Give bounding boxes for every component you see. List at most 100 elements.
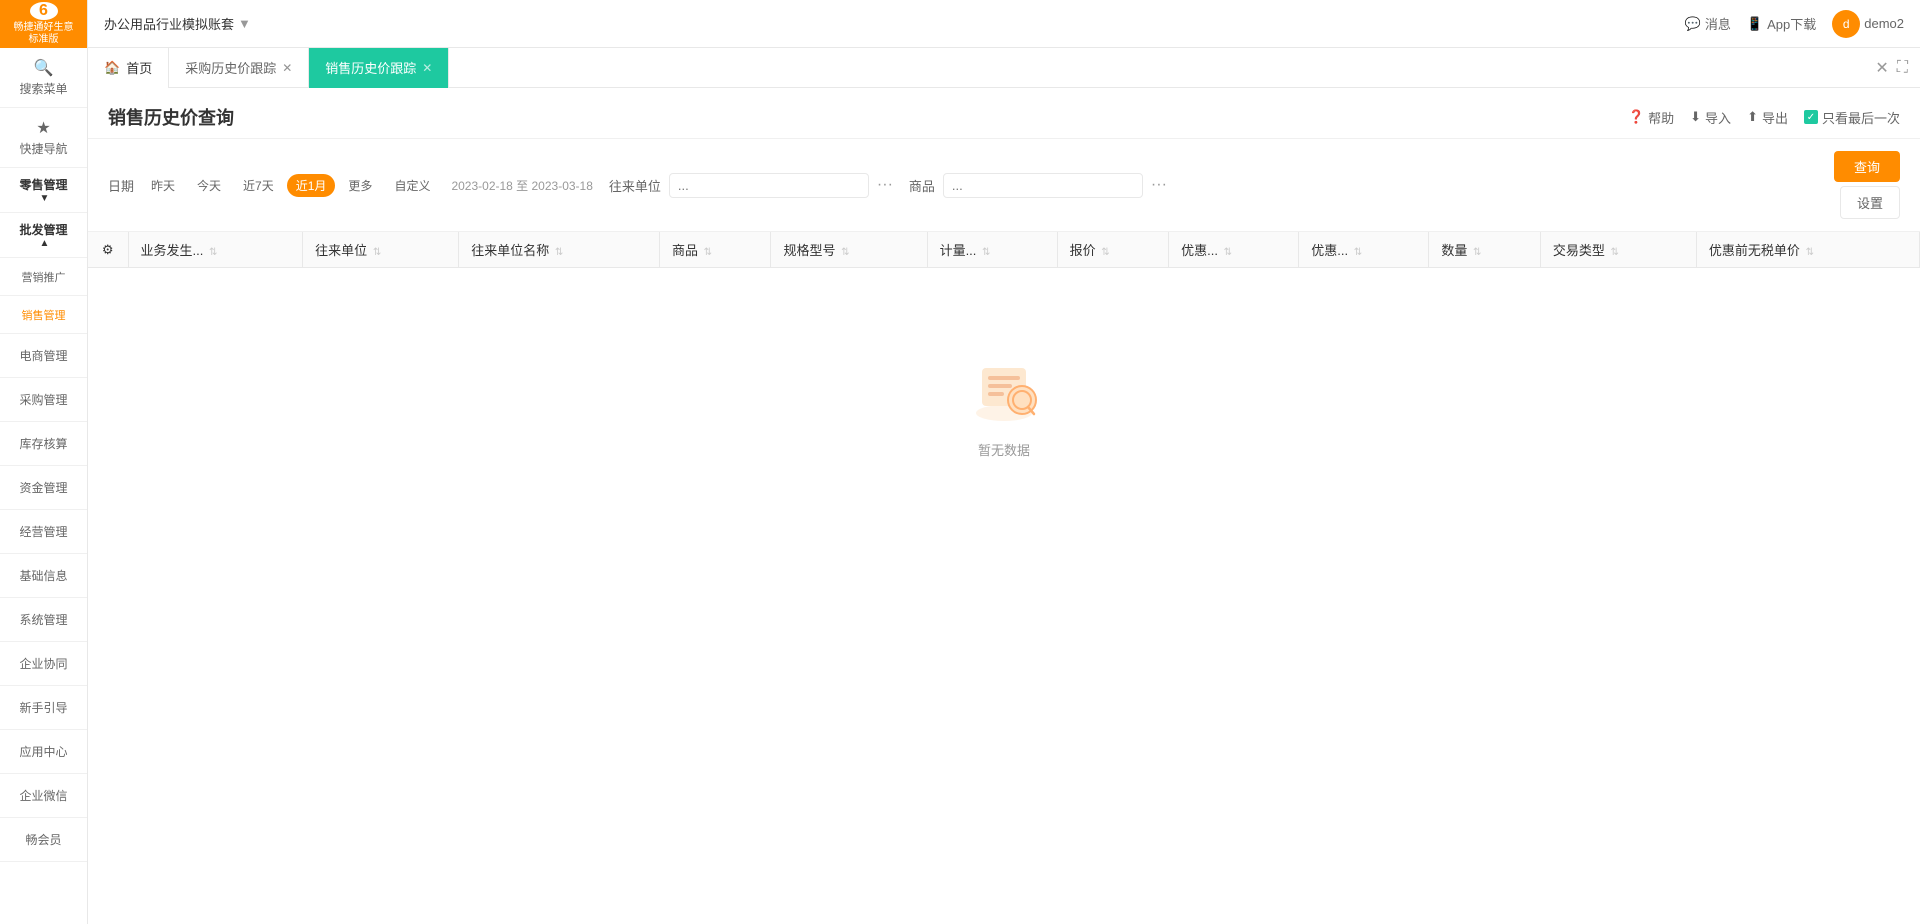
th-partner-name[interactable]: 往来单位名称 ⇅ xyxy=(459,232,660,268)
sidebar-item-label: 新手引导 xyxy=(19,699,67,716)
th-unit[interactable]: 计量... ⇅ xyxy=(927,232,1057,268)
help-label: 帮助 xyxy=(1648,108,1674,127)
partner-filter-label: 往来单位 xyxy=(609,176,661,195)
partner-input[interactable] xyxy=(669,173,869,198)
sidebar-item-label: 资金管理 xyxy=(19,479,67,496)
date-btn-more[interactable]: 更多 xyxy=(339,174,381,197)
message-label: 消息 xyxy=(1705,14,1731,33)
content-area: 销售历史价查询 ❓ 帮助 ⬇ 导入 ⬆ 导出 ✓ 只看最后一次 xyxy=(88,88,1920,924)
user-name: demo2 xyxy=(1864,16,1904,31)
th-pretax-price[interactable]: 优惠前无税单价 ⇅ xyxy=(1696,232,1919,268)
sort-icon: ⇅ xyxy=(1354,247,1362,258)
sidebar-item-search-menu[interactable]: 🔍 搜索菜单 xyxy=(0,48,87,108)
th-trade-type[interactable]: 交易类型 ⇅ xyxy=(1540,232,1696,268)
import-icon: ⬇ xyxy=(1690,109,1701,125)
only-last-checkbox[interactable]: ✓ xyxy=(1804,110,1818,124)
chevron-down-icon: ▼ xyxy=(40,193,50,204)
quick-nav-icon: ★ xyxy=(36,118,50,138)
th-discount2[interactable]: 优惠... ⇅ xyxy=(1299,232,1429,268)
sidebar-item-retail[interactable]: 零售管理 ▼ xyxy=(0,168,87,213)
sidebar-item-member[interactable]: 畅会员 xyxy=(0,818,87,862)
tab-sales-close-icon[interactable]: ✕ xyxy=(422,61,432,75)
message-action[interactable]: 💬 消息 xyxy=(1685,14,1731,33)
sidebar-item-marketing[interactable]: 营销推广 xyxy=(0,258,87,296)
sidebar-item-finance[interactable]: 资金管理 xyxy=(0,466,87,510)
sidebar-item-ecommerce[interactable]: 电商管理 xyxy=(0,334,87,378)
tab-home[interactable]: 🏠 首页 xyxy=(88,48,169,88)
th-spec[interactable]: 规格型号 ⇅ xyxy=(771,232,927,268)
th-biz-date[interactable]: 业务发生... ⇅ xyxy=(128,232,303,268)
sidebar-item-quick-nav[interactable]: ★ 快捷导航 xyxy=(0,108,87,168)
sidebar-item-wholesale[interactable]: 批发管理 ▲ xyxy=(0,213,87,258)
th-settings[interactable]: ⚙ xyxy=(88,232,128,268)
export-action[interactable]: ⬆ 导出 xyxy=(1747,108,1788,127)
sidebar-item-enterprise[interactable]: 企业协同 xyxy=(0,642,87,686)
tab-purchase-label: 采购历史价跟踪 xyxy=(185,58,276,77)
date-filter-group: 日期 昨天 今天 近7天 近1月 更多 自定义 2023-02-18 至 202… xyxy=(108,174,593,197)
close-all-tabs-icon[interactable]: ✕ xyxy=(1875,58,1888,78)
sort-icon: ⇅ xyxy=(1101,247,1109,258)
th-product[interactable]: 商品 ⇅ xyxy=(659,232,771,268)
product-more-icon[interactable]: ··· xyxy=(1151,176,1167,194)
tab-sales-history[interactable]: 销售历史价跟踪 ✕ xyxy=(309,48,449,88)
tab-purchase-close-icon[interactable]: ✕ xyxy=(282,61,292,75)
tab-purchase-history[interactable]: 采购历史价跟踪 ✕ xyxy=(169,48,309,88)
data-table: ⚙ 业务发生... ⇅ 往来单位 ⇅ 往来单位名称 ⇅ xyxy=(88,232,1920,268)
sidebar-item-app-center[interactable]: 应用中心 xyxy=(0,730,87,774)
app-download-action[interactable]: 📱 App下载 xyxy=(1747,14,1816,33)
only-last-checkbox-group[interactable]: ✓ 只看最后一次 xyxy=(1804,108,1900,127)
th-price[interactable]: 报价 ⇅ xyxy=(1057,232,1169,268)
logo: 6 畅捷通好生意 标准版 xyxy=(0,0,87,48)
sidebar-item-inventory[interactable]: 库存核算 xyxy=(0,422,87,466)
help-icon: ❓ xyxy=(1628,109,1644,125)
partner-filter-group: 往来单位 ··· xyxy=(609,173,893,198)
page-header-actions: ❓ 帮助 ⬇ 导入 ⬆ 导出 ✓ 只看最后一次 xyxy=(1628,108,1900,127)
sidebar-item-purchase[interactable]: 采购管理 xyxy=(0,378,87,422)
import-action[interactable]: ⬇ 导入 xyxy=(1690,108,1731,127)
sidebar-item-system[interactable]: 系统管理 xyxy=(0,598,87,642)
logo-icon: 6 xyxy=(30,2,58,20)
sidebar-item-basic[interactable]: 基础信息 xyxy=(0,554,87,598)
sidebar-item-sales[interactable]: 销售管理 xyxy=(0,296,87,334)
sidebar-item-label: 快捷导航 xyxy=(19,140,67,157)
chevron-up-icon: ▲ xyxy=(40,238,50,249)
sort-icon: ⇅ xyxy=(982,247,990,258)
empty-state: 暂无数据 xyxy=(88,268,1920,539)
date-btn-7days[interactable]: 近7天 xyxy=(234,174,283,197)
tabs-right-actions: ✕ ⛶ xyxy=(1863,58,1920,78)
date-btn-custom[interactable]: 自定义 xyxy=(385,174,439,197)
filter-bar: 日期 昨天 今天 近7天 近1月 更多 自定义 2023-02-18 至 202… xyxy=(88,139,1920,232)
date-btn-yesterday[interactable]: 昨天 xyxy=(142,174,184,197)
product-input[interactable] xyxy=(943,173,1143,198)
th-partner-code[interactable]: 往来单位 ⇅ xyxy=(303,232,459,268)
sidebar-item-label: 基础信息 xyxy=(19,567,67,584)
partner-more-icon[interactable]: ··· xyxy=(877,176,893,194)
sidebar-item-business[interactable]: 经营管理 xyxy=(0,510,87,554)
help-action[interactable]: ❓ 帮助 xyxy=(1628,108,1674,127)
maximize-icon[interactable]: ⛶ xyxy=(1897,59,1908,77)
settings-button[interactable]: 设置 xyxy=(1840,186,1900,219)
empty-text: 暂无数据 xyxy=(978,440,1030,459)
sort-icon: ⇅ xyxy=(1610,247,1618,258)
import-label: 导入 xyxy=(1705,108,1731,127)
sidebar-item-label: 企业微信 xyxy=(19,787,67,804)
sort-icon: ⇅ xyxy=(555,247,563,258)
user-action[interactable]: d demo2 xyxy=(1832,10,1904,38)
sort-icon: ⇅ xyxy=(841,247,849,258)
sidebar-item-wechat[interactable]: 企业微信 xyxy=(0,774,87,818)
product-filter-label: 商品 xyxy=(909,176,935,195)
dropdown-icon[interactable]: ▼ xyxy=(238,16,251,31)
industry-template-title: 办公用品行业模拟账套 ▼ xyxy=(104,14,1673,33)
sidebar-item-label: 营销推广 xyxy=(22,269,66,285)
th-quantity[interactable]: 数量 ⇅ xyxy=(1429,232,1541,268)
date-range-display: 2023-02-18 至 2023-03-18 xyxy=(451,177,592,194)
app-download-label: App下载 xyxy=(1767,14,1816,33)
tabs-bar: 🏠 首页 采购历史价跟踪 ✕ 销售历史价跟踪 ✕ ✕ ⛶ xyxy=(88,48,1920,88)
th-discount1[interactable]: 优惠... ⇅ xyxy=(1169,232,1299,268)
date-btn-1month[interactable]: 近1月 xyxy=(287,174,336,197)
sidebar-item-newbie[interactable]: 新手引导 xyxy=(0,686,87,730)
date-btn-today[interactable]: 今天 xyxy=(188,174,230,197)
sidebar-item-label: 应用中心 xyxy=(19,743,67,760)
query-button[interactable]: 查询 xyxy=(1834,151,1900,182)
topbar-actions: 💬 消息 📱 App下载 d demo2 xyxy=(1685,10,1904,38)
